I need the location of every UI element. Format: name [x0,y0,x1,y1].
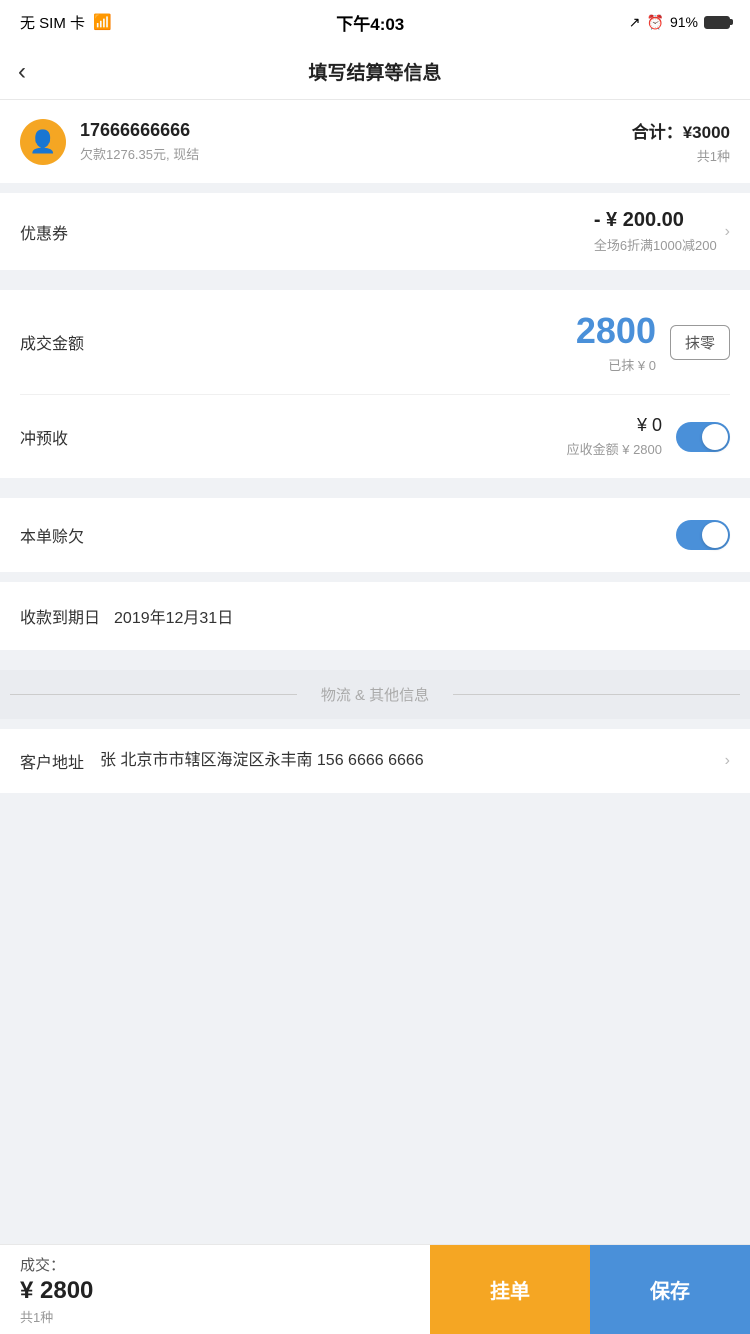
gray-spacer [0,803,750,923]
save-button[interactable]: 保存 [590,1245,750,1334]
flush-value: ¥ 0 [567,415,662,436]
customer-phone: 17666666666 [80,120,199,141]
deal-amount-row: 成交金额 2800 已抹 ¥ 0 抹零 [20,290,730,395]
coupon-desc: 全场6折满1000减200 [594,235,717,254]
deal-amount-label: 成交金额 [20,330,84,354]
date-section: 收款到期日 2019年12月31日 [0,582,750,650]
deal-amount-wrapper: 2800 已抹 ¥ 0 抹零 [576,310,730,374]
flush-amounts: ¥ 0 应收金额 ¥ 2800 [567,415,662,458]
address-section[interactable]: 客户地址 张 北京市市辖区海淀区永丰南 156 6666 6666 › [0,729,750,793]
wifi-icon: 📶 [93,13,112,31]
debt-row: 本单赊欠 [20,498,730,572]
flush-sub: 应收金额 ¥ 2800 [567,439,662,458]
logistics-line-right [453,694,740,695]
coupon-label: 优惠券 [20,220,68,244]
alarm-icon: ⏰ [647,14,664,31]
battery-icon [704,16,730,29]
bottom-deal-label: 成交： [20,1254,410,1275]
debt-section: 本单赊欠 [0,498,750,572]
back-button[interactable]: ‹ [18,58,26,86]
bottom-summary: 成交： ¥ 2800 共1种 [0,1254,430,1326]
customer-card: 👤 17666666666 欠款1276.35元, 现结 合计：¥3000 共1… [0,100,750,183]
coupon-row[interactable]: 优惠券 - ¥ 200.00 全场6折满1000减200 › [0,193,750,270]
debt-label: 本单赊欠 [20,523,84,547]
deal-amount-info: 2800 已抹 ¥ 0 [576,310,656,374]
round-button[interactable]: 抹零 [670,325,730,360]
content-area: 👤 17666666666 欠款1276.35元, 现结 合计：¥3000 共1… [0,100,750,923]
status-bar: 无 SIM 卡 📶 下午4:03 ↗ ⏰ 91% [0,0,750,44]
flush-label: 冲预收 [20,425,68,449]
battery-label: 91% [670,14,698,30]
carrier-label: 无 SIM 卡 [20,12,85,33]
coupon-right: - ¥ 200.00 全场6折满1000减200 › [594,209,730,254]
section-divider-2 [0,488,750,498]
section-divider-3 [0,660,750,670]
logistics-line-left [10,694,297,695]
date-value: 2019年12月31日 [114,604,233,628]
deal-amount-sub: 已抹 ¥ 0 [576,355,656,374]
flush-right: ¥ 0 应收金额 ¥ 2800 [567,415,730,458]
logistics-text: 物流 & 其他信息 [321,684,429,705]
page-title: 填写结算等信息 [308,58,441,85]
section-divider-1 [0,280,750,290]
customer-right: 合计：¥3000 共1种 [632,118,730,165]
coupon-info: - ¥ 200.00 全场6折满1000减200 [594,209,717,254]
coupon-amount: - ¥ 200.00 [594,209,717,232]
customer-total: 合计：¥3000 [632,118,730,143]
amount-section: 成交金额 2800 已抹 ¥ 0 抹零 冲预收 ¥ 0 应收金额 ¥ 2800 [0,290,750,478]
address-label: 客户地址 [20,749,84,773]
customer-sub: 欠款1276.35元, 现结 [80,144,199,163]
nav-bar: ‹ 填写结算等信息 [0,44,750,100]
avatar: 👤 [20,119,66,165]
customer-info: 17666666666 欠款1276.35元, 现结 [80,120,199,163]
customer-count: 共1种 [632,146,730,165]
flush-toggle[interactable] [676,422,730,452]
logistics-divider: 物流 & 其他信息 [0,670,750,719]
flush-row: 冲预收 ¥ 0 应收金额 ¥ 2800 [20,395,730,478]
status-right: ↗ ⏰ 91% [629,14,730,31]
status-left: 无 SIM 卡 📶 [20,12,112,33]
location-icon: ↗ [629,14,641,31]
address-value: 张 北京市市辖区海淀区永丰南 156 6666 6666 [100,749,424,773]
bottom-count: 共1种 [20,1307,410,1326]
debt-toggle[interactable] [676,520,730,550]
address-left: 客户地址 张 北京市市辖区海淀区永丰南 156 6666 6666 [20,749,424,773]
deal-amount-value: 2800 [576,310,656,352]
customer-left: 👤 17666666666 欠款1276.35元, 现结 [20,119,199,165]
hang-button[interactable]: 挂单 [430,1245,590,1334]
coupon-arrow-icon: › [725,223,730,241]
address-arrow-icon: › [725,752,730,770]
status-time: 下午4:03 [336,10,404,35]
bottom-amount: ¥ 2800 [20,1277,410,1305]
date-label: 收款到期日 [20,604,100,628]
bottom-bar: 成交： ¥ 2800 共1种 挂单 保存 [0,1244,750,1334]
